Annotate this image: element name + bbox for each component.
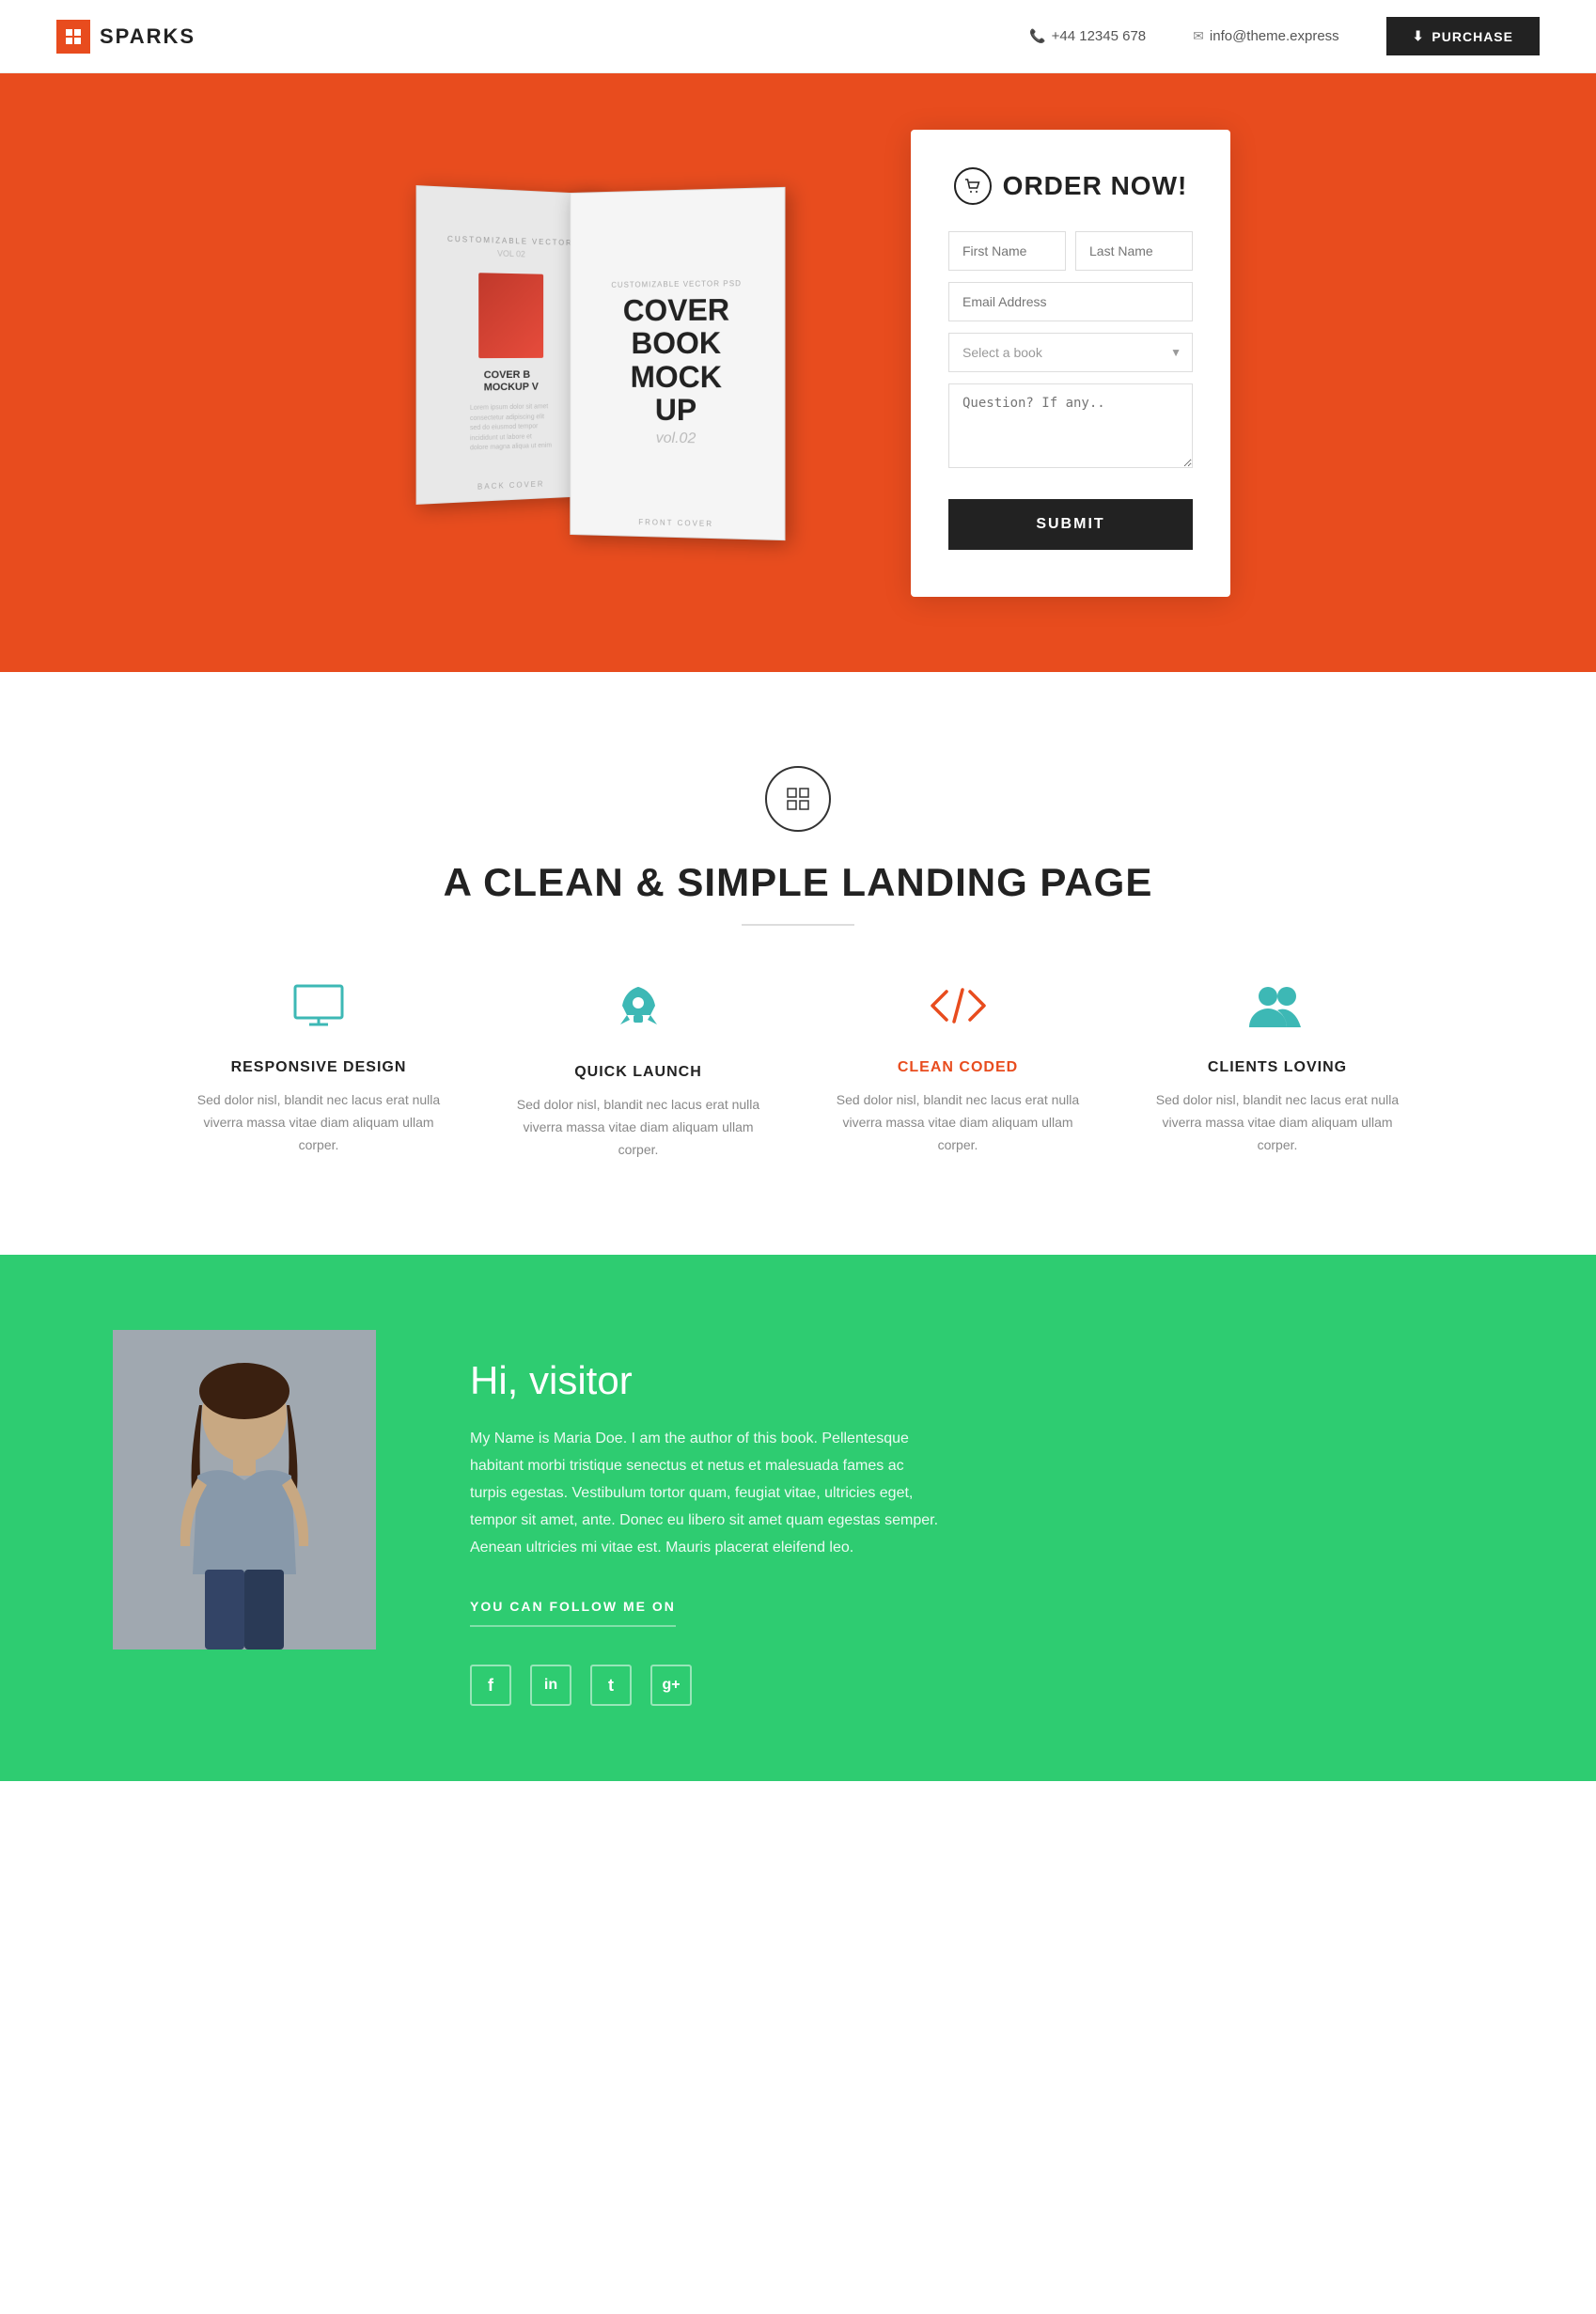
- author-photo: [113, 1330, 376, 1650]
- name-row: [948, 231, 1193, 271]
- author-content: Hi, visitor My Name is Maria Doe. I am t…: [470, 1330, 1483, 1706]
- author-photo-container: [113, 1330, 376, 1650]
- feature-quick: QUICK LAUNCH Sed dolor nisl, blandit nec…: [507, 982, 770, 1161]
- logo-icon: [56, 20, 90, 54]
- book-select[interactable]: Select a book Book 1 Book 2 Book 3: [948, 333, 1193, 372]
- header-contact: 📞 +44 12345 678 ✉ info@theme.express: [1029, 28, 1339, 44]
- social-icons: f in t g+: [470, 1665, 1483, 1706]
- email-icon: ✉: [1193, 28, 1204, 44]
- googleplus-icon[interactable]: g+: [650, 1665, 692, 1706]
- order-form-container: ORDER NOW! Select a book Book 1 Book 2 B…: [911, 130, 1230, 597]
- first-name-input[interactable]: [948, 231, 1066, 271]
- author-greeting: Hi, visitor: [470, 1358, 1483, 1403]
- form-cart-icon: [954, 167, 992, 205]
- section-icon-circle: [765, 766, 831, 832]
- monitor-icon: [187, 982, 450, 1040]
- feature-coded-title: CLEAN CODED: [826, 1059, 1089, 1076]
- book-mockup-group: CUSTOMIZABLE VECTOR VOL 02 COVER BMOCKUP…: [417, 190, 784, 538]
- back-body-text: Lorem ipsum dolor sit ametconsectetur ad…: [470, 402, 552, 454]
- front-label-top: CUSTOMIZABLE VECTOR PSD: [611, 279, 742, 289]
- section-divider: [742, 924, 854, 926]
- book-select-row: Select a book Book 1 Book 2 Book 3 ▼: [948, 333, 1193, 372]
- code-icon: [826, 982, 1089, 1040]
- back-title: COVER BMOCKUP V: [484, 368, 539, 394]
- front-title: COVERBOOKMOCKUP: [623, 293, 729, 427]
- logo-text: SPARKS: [100, 24, 196, 49]
- purchase-label: PURCHASE: [1432, 29, 1513, 44]
- front-vol: vol.02: [656, 430, 696, 446]
- phone-number: +44 12345 678: [1052, 28, 1147, 44]
- book-front: CUSTOMIZABLE VECTOR PSD COVERBOOKMOCKUP …: [570, 186, 785, 539]
- facebook-icon[interactable]: f: [470, 1665, 511, 1706]
- feature-clients-title: CLIENTS LOVING: [1146, 1059, 1409, 1076]
- linkedin-icon[interactable]: in: [530, 1665, 571, 1706]
- feature-responsive-desc: Sed dolor nisl, blandit nec lacus erat n…: [187, 1089, 450, 1156]
- submit-label: SUBMIT: [1036, 516, 1104, 532]
- front-cover-label: FRONT COVER: [638, 518, 713, 528]
- feature-coded-desc: Sed dolor nisl, blandit nec lacus erat n…: [826, 1089, 1089, 1156]
- email-row: [948, 282, 1193, 321]
- back-cover-label: BACK COVER: [477, 479, 544, 491]
- logo-area: SPARKS: [56, 20, 196, 54]
- section-title: A CLEAN & SIMPLE LANDING PAGE: [113, 860, 1483, 905]
- follow-section: YOU CAN FOLLOW ME ON f in t g+: [470, 1599, 1483, 1706]
- email-address: info@theme.express: [1210, 28, 1339, 44]
- form-title: ORDER NOW!: [948, 167, 1193, 205]
- header: SPARKS 📞 +44 12345 678 ✉ info@theme.expr…: [0, 0, 1596, 73]
- question-row: [948, 383, 1193, 473]
- feature-clients-desc: Sed dolor nisl, blandit nec lacus erat n…: [1146, 1089, 1409, 1156]
- email-contact: ✉ info@theme.express: [1193, 28, 1339, 44]
- feature-quick-title: QUICK LAUNCH: [507, 1064, 770, 1081]
- rocket-icon: [507, 982, 770, 1045]
- back-label-top: CUSTOMIZABLE VECTOR: [447, 234, 572, 246]
- question-textarea[interactable]: [948, 383, 1193, 468]
- feature-coded: CLEAN CODED Sed dolor nisl, blandit nec …: [826, 982, 1089, 1161]
- follow-label: YOU CAN FOLLOW ME ON: [470, 1599, 676, 1627]
- form-title-text: ORDER NOW!: [1003, 171, 1188, 201]
- hero-section: CUSTOMIZABLE VECTOR VOL 02 COVER BMOCKUP…: [0, 73, 1596, 672]
- book-mockups: CUSTOMIZABLE VECTOR VOL 02 COVER BMOCKUP…: [366, 190, 836, 538]
- users-icon: [1146, 982, 1409, 1040]
- author-section: Hi, visitor My Name is Maria Doe. I am t…: [0, 1255, 1596, 1781]
- phone-icon: 📞: [1029, 28, 1045, 44]
- feature-clients: CLIENTS LOVING Sed dolor nisl, blandit n…: [1146, 982, 1409, 1161]
- feature-responsive-title: RESPONSIVE DESIGN: [187, 1059, 450, 1076]
- phone-contact: 📞 +44 12345 678: [1029, 28, 1146, 44]
- book-select-wrapper: Select a book Book 1 Book 2 Book 3 ▼: [948, 333, 1193, 372]
- features-grid: RESPONSIVE DESIGN Sed dolor nisl, blandi…: [113, 982, 1483, 1161]
- last-name-input[interactable]: [1075, 231, 1193, 271]
- author-bio: My Name is Maria Doe. I am the author of…: [470, 1426, 940, 1561]
- purchase-button[interactable]: ⬇ PURCHASE: [1386, 17, 1540, 55]
- back-vol: VOL 02: [497, 248, 525, 258]
- submit-button[interactable]: SUBMIT: [948, 499, 1193, 550]
- features-section: A CLEAN & SIMPLE LANDING PAGE RESPONSIVE…: [0, 672, 1596, 1255]
- email-input[interactable]: [948, 282, 1193, 321]
- download-icon: ⬇: [1413, 28, 1425, 44]
- header-right: 📞 +44 12345 678 ✉ info@theme.express ⬇ P…: [1029, 17, 1540, 55]
- feature-quick-desc: Sed dolor nisl, blandit nec lacus erat n…: [507, 1094, 770, 1161]
- feature-responsive: RESPONSIVE DESIGN Sed dolor nisl, blandi…: [187, 982, 450, 1161]
- twitter-icon[interactable]: t: [590, 1665, 632, 1706]
